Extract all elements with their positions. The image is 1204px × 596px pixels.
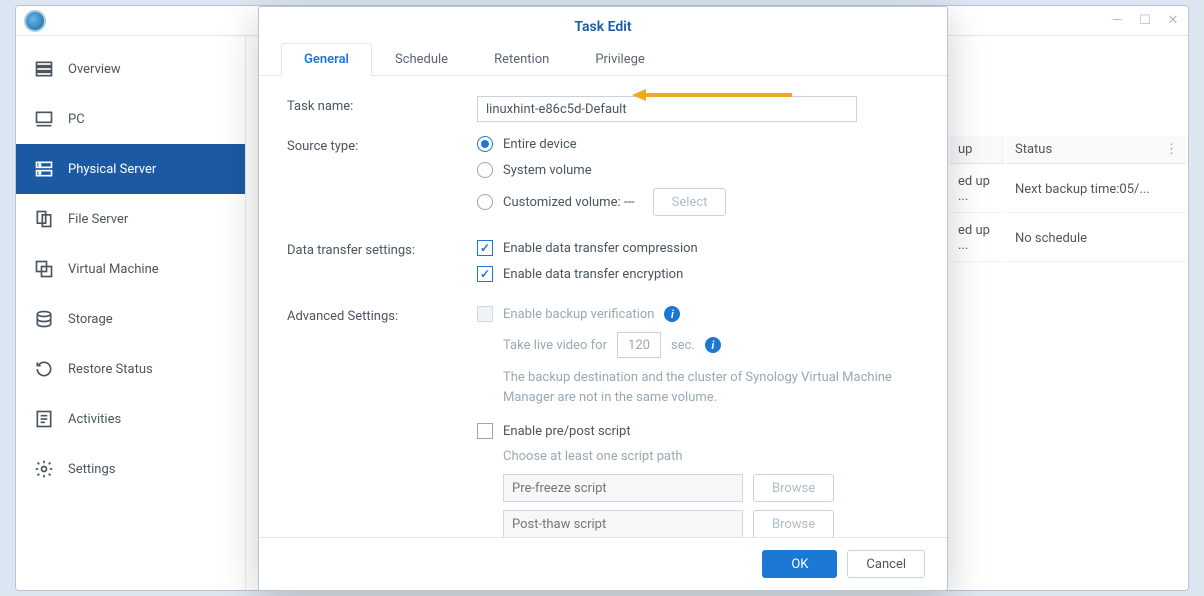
modal-title: Task Edit [259,7,947,43]
live-video-row: Take live video for sec. i [477,332,919,358]
checkbox-backup-verification: Enable backup verification i [477,306,919,322]
close-icon[interactable]: ✕ [1166,14,1180,28]
sidebar-item-storage[interactable]: Storage [16,294,245,344]
sidebar-label: Virtual Machine [68,262,159,277]
sidebar-label: File Server [68,212,128,227]
activities-icon [34,409,54,429]
task-name-label: Task name: [287,96,477,114]
sidebar-item-physical-server[interactable]: Physical Server [16,144,245,194]
modal-body: Task name: Source type: Entire device Sy… [259,76,947,537]
radio-entire-device[interactable]: Entire device [477,136,919,152]
radio-system-volume[interactable]: System volume [477,162,919,178]
browse-post-button: Browse [753,510,834,537]
tab-privilege[interactable]: Privilege [572,43,667,76]
restore-icon [34,359,54,379]
sidebar-label: Physical Server [68,162,156,177]
background-table: up Status⋮ ed up ... Next backup time:05… [948,134,1188,264]
sidebar-label: Storage [68,312,113,327]
tab-retention[interactable]: Retention [471,43,572,76]
browse-pre-button: Browse [753,474,834,502]
table-row[interactable]: ed up ... No schedule [950,215,1186,262]
select-volume-button[interactable]: Select [653,188,727,216]
sidebar-label: Overview [68,62,121,77]
advanced-settings-label: Advanced Settings: [287,306,477,324]
radio-customized-volume[interactable]: Customized volume: --- Select [477,188,919,216]
more-icon[interactable]: ⋮ [1165,142,1178,157]
data-transfer-label: Data transfer settings: [287,240,477,258]
gear-icon [34,459,54,479]
sidebar-item-settings[interactable]: Settings [16,444,245,494]
sidebar-item-overview[interactable]: Overview [16,44,245,94]
sidebar-label: Activities [68,412,121,427]
overview-icon [34,59,54,79]
storage-icon [34,309,54,329]
checkbox-icon [477,240,493,256]
maximize-icon[interactable]: ☐ [1138,14,1152,28]
radio-icon [477,162,493,178]
checkbox-prepost-script[interactable]: Enable pre/post script [477,423,919,439]
post-thaw-input [503,510,743,537]
choose-script-note: Choose at least one script path [477,449,919,464]
sidebar-item-activities[interactable]: Activities [16,394,245,444]
cancel-button[interactable]: Cancel [847,550,925,578]
checkbox-icon [477,306,493,322]
sidebar-item-restore-status[interactable]: Restore Status [16,344,245,394]
checkbox-compression[interactable]: Enable data transfer compression [477,240,919,256]
task-name-input[interactable] [477,96,857,122]
tab-general[interactable]: General [281,43,372,76]
modal-footer: OK Cancel [259,537,947,590]
vm-icon [34,259,54,279]
modal-tabs: General Schedule Retention Privilege [259,43,947,76]
file-server-icon [34,209,54,229]
col-up[interactable]: up [950,136,1005,164]
info-icon[interactable]: i [664,306,680,322]
checkbox-icon [477,266,493,282]
window-controls: — ☐ ✕ [1110,14,1180,28]
sidebar-label: Restore Status [68,362,153,377]
sidebar-label: PC [68,112,85,127]
app-logo-icon [24,10,46,32]
sidebar: Overview PC Physical Server File Server [16,36,246,590]
server-icon [34,159,54,179]
col-status[interactable]: Status⋮ [1007,136,1186,164]
radio-icon [477,136,493,152]
task-edit-modal: Task Edit General Schedule Retention Pri… [258,6,948,591]
info-icon[interactable]: i [705,337,721,353]
pre-freeze-input [503,474,743,502]
sidebar-label: Settings [68,462,115,477]
ok-button[interactable]: OK [762,550,837,578]
table-row[interactable]: ed up ... Next backup time:05/... [950,166,1186,213]
checkbox-encryption[interactable]: Enable data transfer encryption [477,266,919,282]
destination-note: The backup destination and the cluster o… [477,368,919,407]
minimize-icon[interactable]: — [1110,14,1124,28]
sidebar-item-pc[interactable]: PC [16,94,245,144]
checkbox-icon [477,423,493,439]
source-type-label: Source type: [287,136,477,154]
sidebar-item-virtual-machine[interactable]: Virtual Machine [16,244,245,294]
sidebar-item-file-server[interactable]: File Server [16,194,245,244]
live-video-input [617,332,661,358]
radio-icon [477,194,493,210]
tab-schedule[interactable]: Schedule [372,43,471,76]
pc-icon [34,109,54,129]
